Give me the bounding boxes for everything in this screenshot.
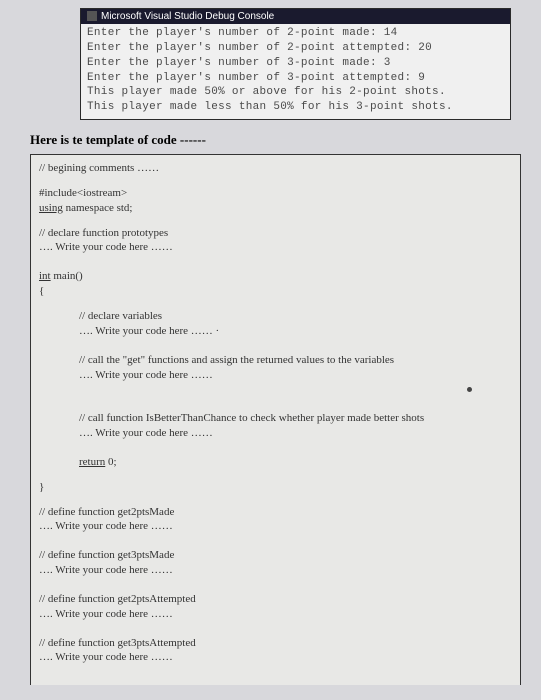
console-output: Enter the player's number of 2-point mad… xyxy=(81,24,510,119)
code-using: using namespace std; xyxy=(39,201,512,216)
code-comment: // define function get3ptsMade xyxy=(39,548,512,563)
code-placeholder: …. Write your code here …… xyxy=(39,563,512,578)
keyword-using: using xyxy=(39,202,63,214)
console-line: Enter the player's number of 3-point att… xyxy=(87,71,504,86)
keyword-return: return xyxy=(79,456,105,468)
bullet-icon xyxy=(467,387,472,392)
code-include: #include<iostream> xyxy=(39,186,512,201)
console-line: This player made less than 50% for his 3… xyxy=(87,100,504,115)
code-placeholder: …. Write your code here …… xyxy=(79,368,512,383)
keyword-int: int xyxy=(39,270,51,282)
code-placeholder: …. Write your code here …… xyxy=(39,519,512,534)
code-placeholder: …. Write your code here …… · xyxy=(79,324,512,339)
code-return: return 0; xyxy=(79,455,512,470)
code-comment: // call function IsBetterThanChance to c… xyxy=(79,411,512,426)
code-comment: // begining comments …… xyxy=(39,161,512,176)
code-comment: // declare function prototypes xyxy=(39,226,512,241)
console-titlebar: Microsoft Visual Studio Debug Console xyxy=(81,9,510,24)
code-comment: // declare variables xyxy=(79,309,512,324)
code-template: // begining comments …… #include<iostrea… xyxy=(30,154,521,685)
console-line: This player made 50% or above for his 2-… xyxy=(87,85,504,100)
code-brace: } xyxy=(39,480,512,495)
app-icon xyxy=(87,11,97,21)
section-header: Here is te template of code ------ xyxy=(30,132,521,148)
console-window: Microsoft Visual Studio Debug Console En… xyxy=(80,8,511,120)
console-line: Enter the player's number of 2-point mad… xyxy=(87,26,504,41)
code-main: int main() xyxy=(39,269,512,284)
console-line: Enter the player's number of 2-point att… xyxy=(87,41,504,56)
code-comment: // define function get3ptsAttempted xyxy=(39,636,512,651)
code-placeholder: …. Write your code here …… xyxy=(39,650,512,665)
code-placeholder: …. Write your code here …… xyxy=(39,240,512,255)
code-comment: // call the "get" functions and assign t… xyxy=(79,353,512,368)
console-title-text: Microsoft Visual Studio Debug Console xyxy=(101,11,274,22)
code-comment: // define function get2ptsAttempted xyxy=(39,592,512,607)
code-placeholder: …. Write your code here …… xyxy=(79,426,512,441)
code-placeholder: …. Write your code here …… xyxy=(39,607,512,622)
bullet-icon: · xyxy=(216,325,220,337)
code-brace: { xyxy=(39,284,512,299)
console-line: Enter the player's number of 3-point mad… xyxy=(87,56,504,71)
code-comment: // define function get2ptsMade xyxy=(39,505,512,520)
